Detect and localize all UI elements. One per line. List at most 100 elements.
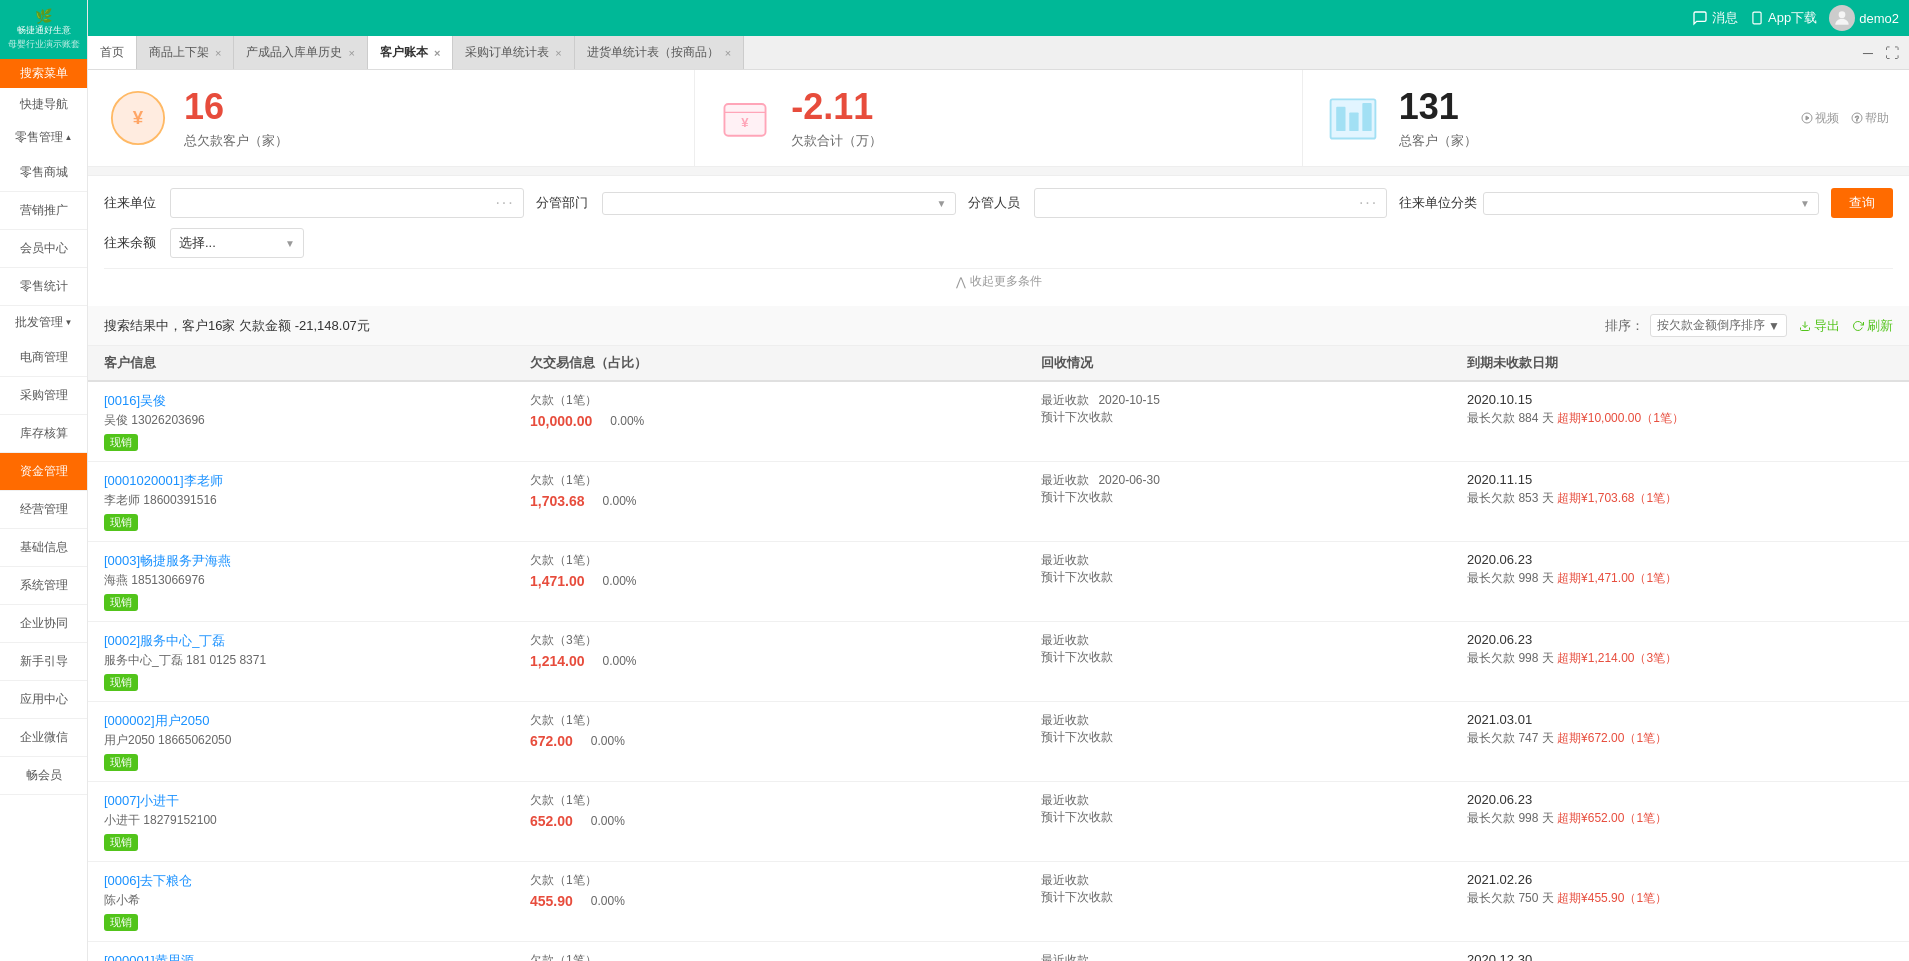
sort-value: 按欠款金额倒序排序 — [1657, 317, 1765, 334]
collapse-button[interactable]: ⋀ 收起更多条件 — [956, 273, 1042, 290]
tab-close-icon[interactable]: × — [348, 47, 354, 59]
debt-amount-4[interactable]: 672.00 — [530, 733, 573, 749]
overdue-link-0[interactable]: 超期¥10,000.00（1笔） — [1557, 411, 1684, 425]
next-collection-0: 预计下次收款 — [1041, 409, 1467, 426]
sidebar-item-inventory[interactable]: 库存核算 — [0, 415, 87, 453]
filter-item-balance: 往来余额 选择... ▼ — [104, 228, 304, 258]
tab-production-history[interactable]: 产成品入库单历史 × — [234, 36, 367, 70]
tab-label: 客户账本 — [380, 44, 428, 61]
video-button[interactable]: 视频 — [1801, 110, 1839, 127]
search-menu-item[interactable]: 搜索菜单 — [0, 59, 87, 88]
sidebar-item-label: 会员中心 — [20, 241, 68, 255]
sidebar-item-guide[interactable]: 新手引导 — [0, 643, 87, 681]
customer-name-0[interactable]: [0016]吴俊 — [104, 392, 530, 410]
sidebar-item-finance[interactable]: 资金管理 — [0, 453, 87, 491]
debt-info-7: 欠款（1笔） 429.00 0.00% — [530, 952, 1041, 961]
sidebar-item-retail-stats[interactable]: 零售统计 — [0, 268, 87, 306]
recovery-info-6: 最近收款 预计下次收款 — [1041, 872, 1467, 906]
sidebar-item-purchase[interactable]: 采购管理 — [0, 377, 87, 415]
sidebar-item-vip[interactable]: 畅会员 — [0, 757, 87, 795]
stat-info-debt-total: -2.11 欠款合计（万） — [791, 86, 882, 150]
export-button[interactable]: 导出 — [1799, 317, 1840, 335]
svg-text:?: ? — [1855, 115, 1859, 122]
sidebar-item-marketing[interactable]: 营销推广 — [0, 192, 87, 230]
sidebar-item-label: 系统管理 — [20, 578, 68, 592]
category-select[interactable]: ▼ — [1483, 192, 1819, 215]
sort-arrow-icon: ▼ — [1768, 319, 1780, 333]
tab-products-off[interactable]: 商品上下架 × — [137, 36, 234, 70]
sidebar-item-wechat[interactable]: 企业微信 — [0, 719, 87, 757]
debt-info-3: 欠款（3笔） 1,214.00 0.00% — [530, 632, 1041, 669]
customer-name-4[interactable]: [000002]用户2050 — [104, 712, 530, 730]
recovery-label-5: 最近收款 — [1041, 792, 1467, 809]
customer-name-2[interactable]: [0003]畅捷服务尹海燕 — [104, 552, 530, 570]
debt-amount-1[interactable]: 1,703.68 — [530, 493, 585, 509]
filter-item-person: 分管人员 ··· — [968, 188, 1388, 218]
overdue-link-5[interactable]: 超期¥652.00（1笔） — [1557, 811, 1667, 825]
tab-close-icon[interactable]: × — [215, 47, 221, 59]
sidebar-item-retail-mgmt[interactable]: 零售管理 — [0, 121, 87, 154]
customer-info-6: [0006]去下粮仓 陈小希 现销 — [104, 872, 530, 931]
debt-amount-5[interactable]: 652.00 — [530, 813, 573, 829]
sidebar-item-collab[interactable]: 企业协同 — [0, 605, 87, 643]
sidebar-item-ecom[interactable]: 电商管理 — [0, 339, 87, 377]
debt-ratio-4: 0.00% — [591, 734, 625, 748]
help-button[interactable]: ? 帮助 — [1851, 110, 1889, 127]
refresh-button[interactable]: 刷新 — [1852, 317, 1893, 335]
app-download-button[interactable]: App下载 — [1750, 9, 1817, 27]
dept-select[interactable]: ▼ — [602, 192, 956, 215]
overdue-link-6[interactable]: 超期¥455.90（1笔） — [1557, 891, 1667, 905]
tabs-minimize-button[interactable]: ─ — [1859, 43, 1877, 63]
stat-card-debt-total: ¥ -2.11 欠款合计（万） — [695, 70, 1302, 166]
customer-name-1[interactable]: [0001020001]李老师 — [104, 472, 530, 490]
stat-value-debt-customers: 16 — [184, 86, 288, 128]
customer-name-7[interactable]: [000001]黄思源 — [104, 952, 530, 961]
tab-home[interactable]: 首页 — [88, 36, 137, 70]
sidebar-logo[interactable]: 🌿 畅捷通好生意 母婴行业演示账套 — [0, 0, 87, 59]
sidebar-item-appstore[interactable]: 应用中心 — [0, 681, 87, 719]
tab-customer-account[interactable]: 客户账本 × — [368, 36, 453, 70]
supplier-input[interactable]: ··· — [170, 188, 524, 218]
tab-close-icon[interactable]: × — [434, 47, 440, 59]
debt-amount-2[interactable]: 1,471.00 — [530, 573, 585, 589]
tab-label: 首页 — [100, 44, 124, 61]
tabs-maximize-button[interactable]: ⛶ — [1881, 43, 1903, 63]
sidebar-item-operation[interactable]: 经营管理 — [0, 491, 87, 529]
sidebar-item-retail-mall[interactable]: 零售商城 — [0, 154, 87, 192]
sort-select[interactable]: 按欠款金额倒序排序 ▼ — [1650, 314, 1787, 337]
next-collection-1: 预计下次收款 — [1041, 489, 1467, 506]
sidebar-item-label: 采购管理 — [20, 388, 68, 402]
sidebar-item-member[interactable]: 会员中心 — [0, 230, 87, 268]
table-row: [0007]小进干 小进干 18279152100 现销 欠款（1笔） 652.… — [88, 782, 1909, 862]
overdue-link-2[interactable]: 超期¥1,471.00（1笔） — [1557, 571, 1677, 585]
person-input[interactable]: ··· — [1034, 188, 1388, 218]
tab-close-icon[interactable]: × — [725, 47, 731, 59]
customer-name-6[interactable]: [0006]去下粮仓 — [104, 872, 530, 890]
sidebar-item-wholesale[interactable]: 批发管理 — [0, 306, 87, 339]
sidebar-item-quick-nav[interactable]: 快捷导航 — [0, 88, 87, 121]
message-button[interactable]: 消息 — [1692, 9, 1738, 27]
tab-purchase-order[interactable]: 采购订单统计表 × — [453, 36, 574, 70]
debt-amount-6[interactable]: 455.90 — [530, 893, 573, 909]
customer-name-5[interactable]: [0007]小进干 — [104, 792, 530, 810]
user-menu[interactable]: demo2 — [1829, 5, 1899, 31]
sidebar-item-system[interactable]: 系统管理 — [0, 567, 87, 605]
overdue-link-4[interactable]: 超期¥672.00（1笔） — [1557, 731, 1667, 745]
sidebar-item-basic[interactable]: 基础信息 — [0, 529, 87, 567]
debt-amount-0[interactable]: 10,000.00 — [530, 413, 592, 429]
search-button[interactable]: 查询 — [1831, 188, 1893, 218]
tab-purchase-stat[interactable]: 进货单统计表（按商品） × — [575, 36, 744, 70]
due-date-3: 2020.06.23 — [1467, 632, 1893, 647]
overdue-link-3[interactable]: 超期¥1,214.00（3笔） — [1557, 651, 1677, 665]
refresh-label: 刷新 — [1867, 317, 1893, 335]
customer-badge-1: 现销 — [104, 514, 138, 531]
overdue-link-1[interactable]: 超期¥1,703.68（1笔） — [1557, 491, 1677, 505]
tab-close-icon[interactable]: × — [555, 47, 561, 59]
customer-name-3[interactable]: [0002]服务中心_丁磊 — [104, 632, 530, 650]
debt-ratio-6: 0.00% — [591, 894, 625, 908]
debt-count-3: 欠款（3笔） — [530, 632, 1041, 649]
message-label: 消息 — [1712, 9, 1738, 27]
balance-select[interactable]: 选择... ▼ — [170, 228, 304, 258]
debt-amount-3[interactable]: 1,214.00 — [530, 653, 585, 669]
overdue-detail-4: 最长欠款 747 天 超期¥672.00（1笔） — [1467, 730, 1893, 747]
